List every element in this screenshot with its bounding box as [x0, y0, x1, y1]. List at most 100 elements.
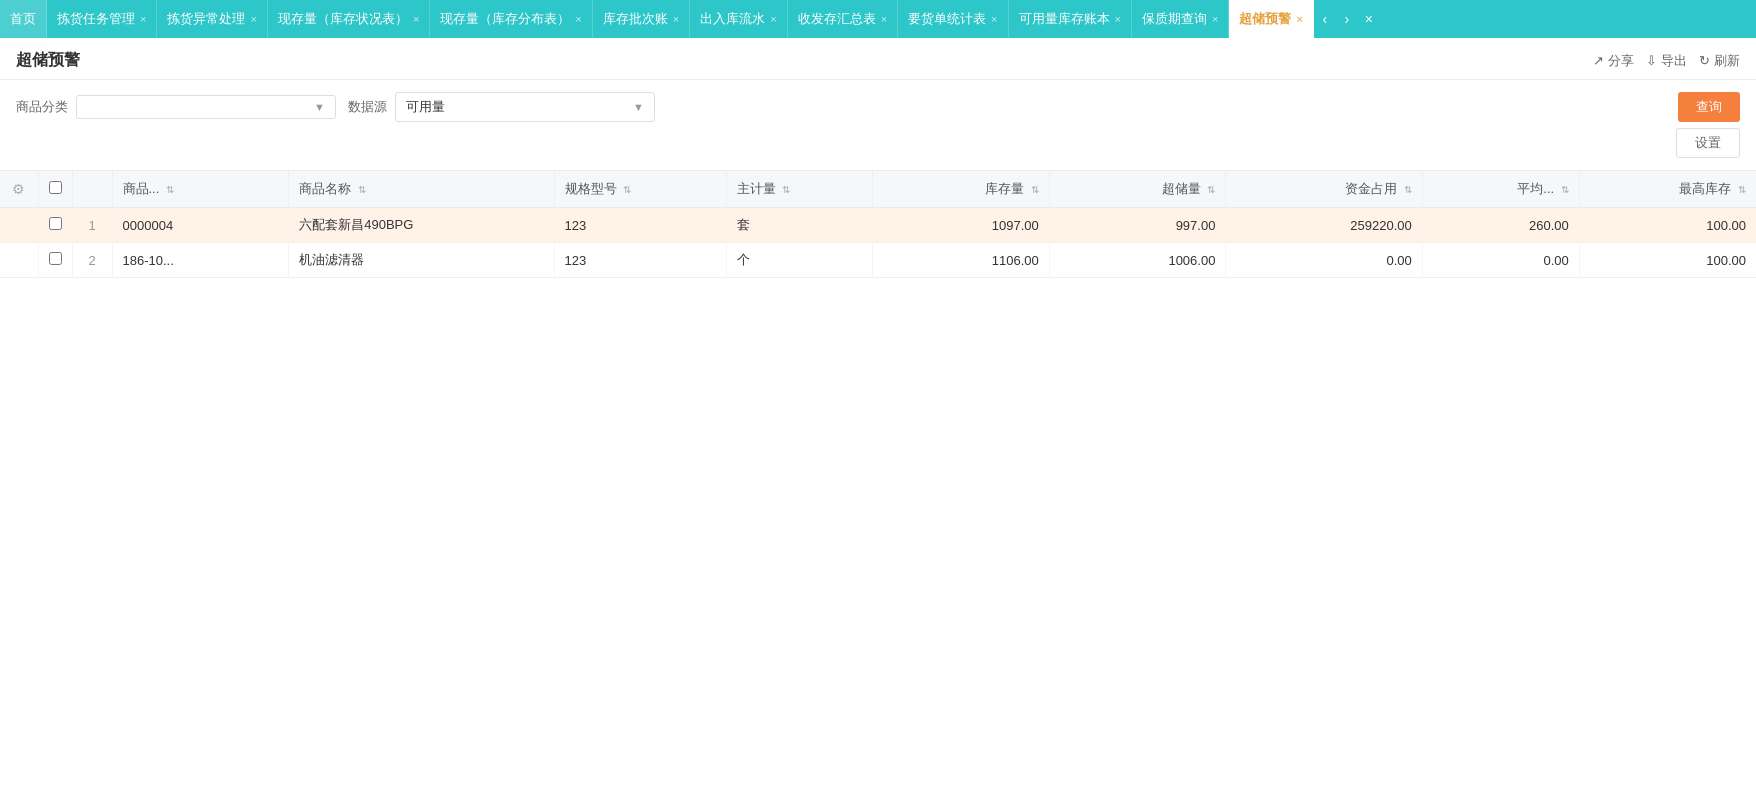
row-max-cell: 100.00 — [1579, 243, 1756, 278]
col-stock-header[interactable]: 库存量 ⇅ — [873, 171, 1050, 208]
set-button[interactable]: 设置 — [1676, 128, 1740, 158]
nav-stock-dist-close[interactable]: × — [575, 13, 581, 25]
page-content: 超储预警 ↗ 分享 ⇩ 导出 ↻ 刷新 商品分类 — [0, 38, 1756, 800]
category-filter: 商品分类 ▼ — [16, 95, 336, 119]
row-stock-cell: 1097.00 — [873, 208, 1050, 243]
data-table: ⚙ 商品... ⇅ 商品名称 ⇅ 规格型号 — [0, 170, 1756, 278]
nav-demand-label: 要货单统计表 — [908, 10, 986, 28]
row-spec-cell: 123 — [554, 208, 726, 243]
share-icon: ↗ — [1593, 53, 1604, 68]
top-navigation: 首页 拣货任务管理 × 拣货异常处理 × 现存量（库存状况表） × 现存量（库存… — [0, 0, 1756, 38]
nav-batch-label: 库存批次账 — [603, 10, 668, 28]
col-checkbox-header[interactable] — [38, 171, 72, 208]
stock-sort-icon: ⇅ — [1031, 184, 1039, 195]
nav-pick-exception[interactable]: 拣货异常处理 × — [157, 0, 267, 38]
query-button[interactable]: 查询 — [1678, 92, 1740, 122]
col-money-header[interactable]: 资金占用 ⇅ — [1226, 171, 1422, 208]
nav-usable-label: 可用量库存账本 — [1019, 10, 1110, 28]
nav-demand-close[interactable]: × — [991, 13, 997, 25]
row-code-cell: 0000004 — [112, 208, 289, 243]
refresh-button[interactable]: ↻ 刷新 — [1699, 52, 1740, 70]
nav-home[interactable]: 首页 — [0, 0, 47, 38]
nav-stock-status-close[interactable]: × — [413, 13, 419, 25]
datasource-select[interactable]: 可用量 ▼ — [395, 92, 655, 122]
spec-sort-icon: ⇅ — [623, 184, 631, 195]
share-button[interactable]: ↗ 分享 — [1593, 52, 1634, 70]
datasource-label: 数据源 — [348, 98, 387, 116]
row-checkbox-cell[interactable] — [38, 243, 72, 278]
col-over-header[interactable]: 超储量 ⇅ — [1049, 171, 1226, 208]
nav-stock-dist[interactable]: 现存量（库存分布表） × — [430, 0, 592, 38]
nav-arrow-close[interactable]: × — [1358, 0, 1380, 38]
row-max-cell: 100.00 — [1579, 208, 1756, 243]
col-spec-header[interactable]: 规格型号 ⇅ — [554, 171, 726, 208]
nav-pick-task[interactable]: 拣货任务管理 × — [47, 0, 157, 38]
table-row: 2 186-10... 机油滤清器 123 个 1106.00 1006.00 … — [0, 243, 1756, 278]
col-rownum-header — [72, 171, 112, 208]
row-unit-cell: 套 — [726, 208, 873, 243]
nav-inout-close[interactable]: × — [770, 13, 776, 25]
col-name-header[interactable]: 商品名称 ⇅ — [289, 171, 554, 208]
nav-summary-close[interactable]: × — [881, 13, 887, 25]
nav-inout[interactable]: 出入库流水 × — [690, 0, 787, 38]
nav-pick-task-close[interactable]: × — [140, 13, 146, 25]
row-num-cell: 2 — [72, 243, 112, 278]
col-code-header[interactable]: 商品... ⇅ — [112, 171, 289, 208]
datasource-value: 可用量 — [406, 98, 445, 116]
nav-summary[interactable]: 收发存汇总表 × — [788, 0, 898, 38]
nav-summary-label: 收发存汇总表 — [798, 10, 876, 28]
row-spec-cell: 123 — [554, 243, 726, 278]
row-over-cell: 1006.00 — [1049, 243, 1226, 278]
nav-stock-dist-label: 现存量（库存分布表） — [440, 10, 570, 28]
col-avg-header[interactable]: 平均... ⇅ — [1422, 171, 1579, 208]
row-settings-cell — [0, 208, 38, 243]
nav-arrow-right[interactable]: › — [1336, 0, 1358, 38]
datasource-chevron-icon: ▼ — [633, 101, 644, 113]
nav-usable-close[interactable]: × — [1115, 13, 1121, 25]
category-select[interactable]: ▼ — [76, 95, 336, 119]
nav-pick-task-label: 拣货任务管理 — [57, 10, 135, 28]
nav-usable[interactable]: 可用量库存账本 × — [1009, 0, 1132, 38]
row-checkbox-0[interactable] — [49, 217, 62, 230]
row-avg-cell: 260.00 — [1422, 208, 1579, 243]
col-settings[interactable]: ⚙ — [0, 171, 38, 208]
col-max-header[interactable]: 最高库存 ⇅ — [1579, 171, 1756, 208]
max-sort-icon: ⇅ — [1738, 184, 1746, 195]
nav-batch[interactable]: 库存批次账 × — [593, 0, 690, 38]
row-name-cell: 机油滤清器 — [289, 243, 554, 278]
export-label: 导出 — [1661, 52, 1687, 70]
nav-overstock-close[interactable]: × — [1296, 13, 1302, 25]
nav-shelf-life-label: 保质期查询 — [1142, 10, 1207, 28]
export-button[interactable]: ⇩ 导出 — [1646, 52, 1687, 70]
table-header-row: ⚙ 商品... ⇅ 商品名称 ⇅ 规格型号 — [0, 171, 1756, 208]
nav-shelf-life-close[interactable]: × — [1212, 13, 1218, 25]
row-stock-cell: 1106.00 — [873, 243, 1050, 278]
nav-stock-status[interactable]: 现存量（库存状况表） × — [268, 0, 430, 38]
page-title: 超储预警 — [16, 50, 80, 71]
unit-sort-icon: ⇅ — [782, 184, 790, 195]
row-name-cell: 六配套新昌490BPG — [289, 208, 554, 243]
nav-home-label: 首页 — [10, 10, 36, 28]
money-sort-icon: ⇅ — [1404, 184, 1412, 195]
nav-overstock[interactable]: 超储预警 × — [1229, 0, 1313, 38]
nav-pick-exception-close[interactable]: × — [250, 13, 256, 25]
settings-icon[interactable]: ⚙ — [12, 181, 25, 197]
data-table-wrapper: ⚙ 商品... ⇅ 商品名称 ⇅ 规格型号 — [0, 170, 1756, 278]
row-checkbox-1[interactable] — [49, 252, 62, 265]
nav-inout-label: 出入库流水 — [700, 10, 765, 28]
nav-demand[interactable]: 要货单统计表 × — [898, 0, 1008, 38]
table-row: 1 0000004 六配套新昌490BPG 123 套 1097.00 997.… — [0, 208, 1756, 243]
row-money-cell: 259220.00 — [1226, 208, 1422, 243]
row-unit-cell: 个 — [726, 243, 873, 278]
nav-arrow-left[interactable]: ‹ — [1314, 0, 1336, 38]
row-money-cell: 0.00 — [1226, 243, 1422, 278]
nav-shelf-life[interactable]: 保质期查询 × — [1132, 0, 1229, 38]
row-checkbox-cell[interactable] — [38, 208, 72, 243]
col-unit-header[interactable]: 主计量 ⇅ — [726, 171, 873, 208]
select-all-checkbox[interactable] — [49, 181, 62, 194]
row-avg-cell: 0.00 — [1422, 243, 1579, 278]
category-label: 商品分类 — [16, 98, 68, 116]
nav-stock-status-label: 现存量（库存状况表） — [278, 10, 408, 28]
over-sort-icon: ⇅ — [1207, 184, 1215, 195]
nav-batch-close[interactable]: × — [673, 13, 679, 25]
